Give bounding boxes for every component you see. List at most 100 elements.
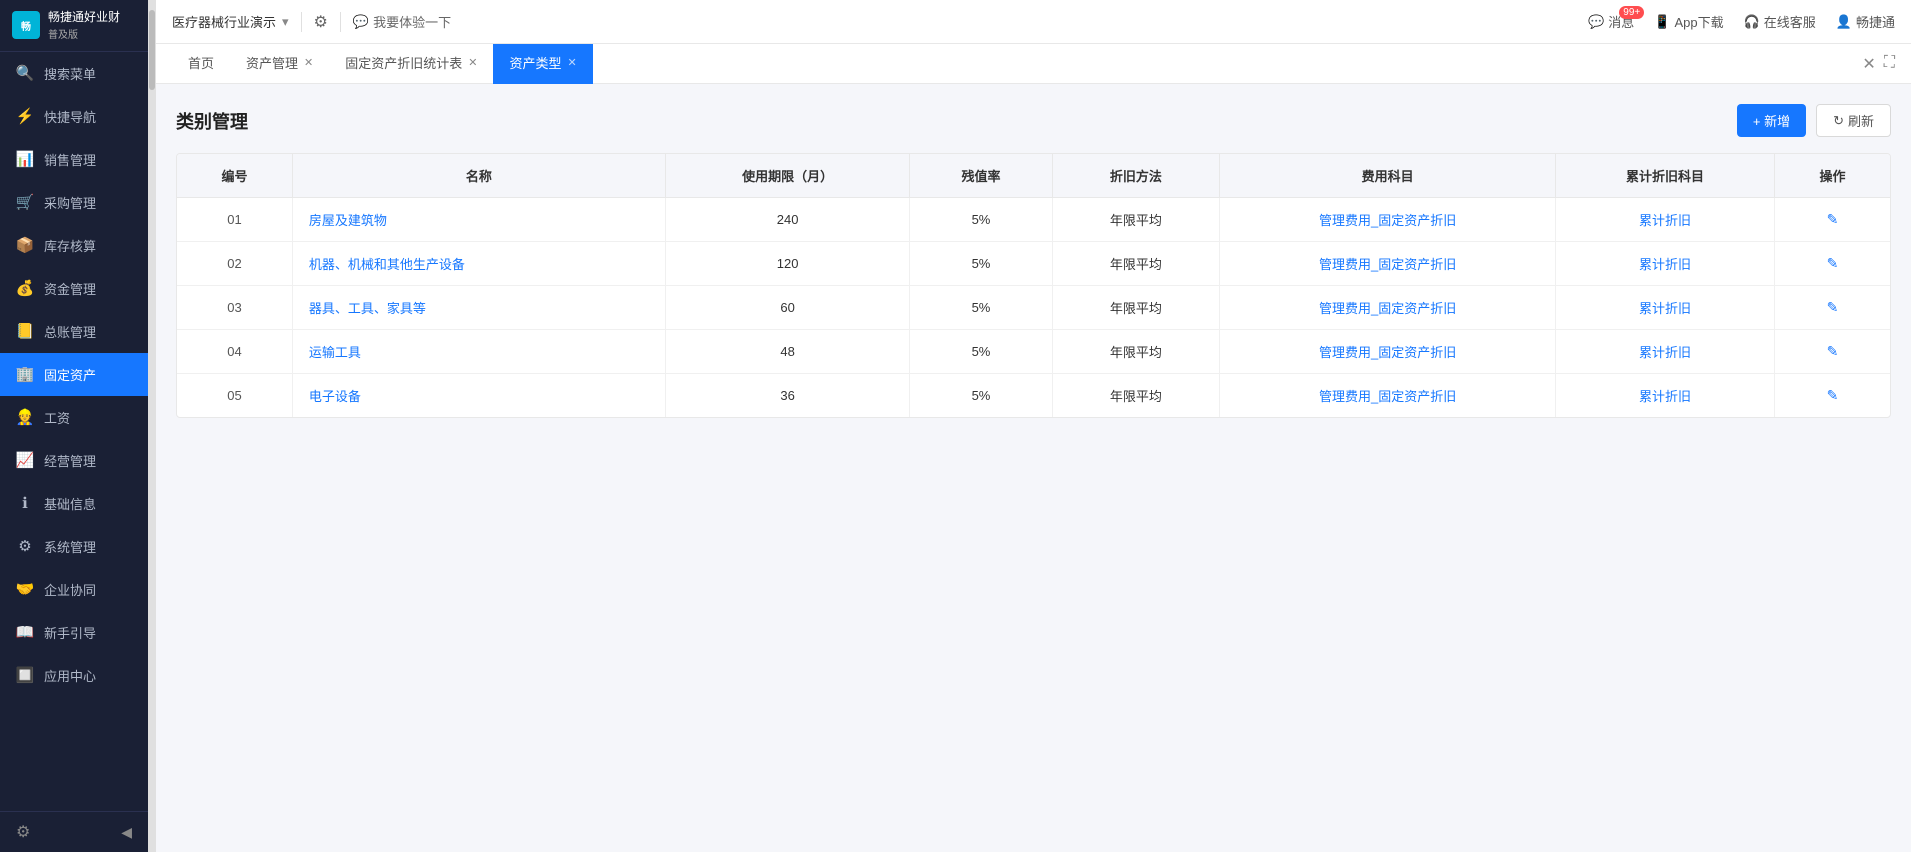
cell-code-0: 01 [177,198,292,242]
sidebar-item-label: 基础信息 [44,494,96,513]
sidebar-item-label: 系统管理 [44,537,96,556]
tab-home[interactable]: 首页 [172,44,230,84]
cell-action-0[interactable]: ✎ [1775,198,1890,242]
edit-icon-2[interactable]: ✎ [1827,299,1839,315]
cell-expense-0[interactable]: 管理费用_固定资产折旧 [1220,198,1556,242]
sidebar-item-purchase[interactable]: 🛒 采购管理 [0,181,148,224]
page-title: 类别管理 [176,108,248,134]
cell-name-0[interactable]: 房屋及建筑物 [292,198,665,242]
cell-action-4[interactable]: ✎ [1775,374,1890,418]
tab-asset-management[interactable]: 资产管理 ✕ [230,44,329,84]
cell-residual-0: 5% [910,198,1052,242]
sidebar-item-basic-info[interactable]: ℹ 基础信息 [0,482,148,525]
cell-method-0: 年限平均 [1052,198,1220,242]
window-maximize-icon[interactable]: ⛶ [1884,54,1895,74]
sidebar-settings-icon[interactable]: ⚙ [16,822,30,842]
tab-depreciation-close[interactable]: ✕ [468,56,477,69]
sidebar-item-ledger[interactable]: 📒 总账管理 [0,310,148,353]
cell-name-3[interactable]: 运输工具 [292,330,665,374]
cell-code-1: 02 [177,242,292,286]
cell-expense-3[interactable]: 管理费用_固定资产折旧 [1220,330,1556,374]
app-center-icon: 🔲 [16,666,34,684]
cell-action-3[interactable]: ✎ [1775,330,1890,374]
cell-code-2: 03 [177,286,292,330]
sidebar-item-label: 总账管理 [44,322,96,341]
app-logo: 畅 [12,11,40,39]
payroll-icon: 👷 [16,408,34,426]
tab-asset-type[interactable]: 资产类型 ✕ [493,44,592,84]
app-download-label: App下载 [1674,12,1723,31]
sidebar-item-finance[interactable]: 💰 资金管理 [0,267,148,310]
sidebar-item-label: 采购管理 [44,193,96,212]
tab-asset-type-close[interactable]: ✕ [568,56,577,69]
dropdown-icon: ▾ [282,14,289,30]
edit-icon-1[interactable]: ✎ [1827,255,1839,271]
sidebar-item-search[interactable]: 🔍 搜索菜单 [0,52,148,95]
cell-name-4[interactable]: 电子设备 [292,374,665,418]
cell-accumulated-1[interactable]: 累计折旧 [1556,242,1775,286]
experience-button[interactable]: 💬 我要体验一下 [353,12,451,31]
window-close-icon[interactable]: ✕ [1862,54,1875,74]
sidebar-item-cooperation[interactable]: 🤝 企业协同 [0,568,148,611]
cell-residual-1: 5% [910,242,1052,286]
topbar: 医疗器械行业演示 ▾ ⚙ 💬 我要体验一下 💬 消息 99+ 📱 App下载 🎧… [156,0,1911,44]
sidebar: 畅 畅捷通好业财 普及版 🔍 搜索菜单 ⚡ 快捷导航 📊 销售管理 🛒 采购管理… [0,0,148,852]
tab-depreciation-table[interactable]: 固定资产折旧统计表 ✕ [329,44,493,84]
sidebar-collapse-icon[interactable]: ◀ [121,824,132,841]
refresh-button[interactable]: ↻ 刷新 [1816,104,1891,137]
guide-icon: 📖 [16,623,34,641]
cell-expense-1[interactable]: 管理费用_固定资产折旧 [1220,242,1556,286]
sidebar-item-sales[interactable]: 📊 销售管理 [0,138,148,181]
messages-icon: 💬 [1588,14,1604,30]
edit-icon-3[interactable]: ✎ [1827,343,1839,359]
sidebar-item-system[interactable]: ⚙ 系统管理 [0,525,148,568]
cell-accumulated-0[interactable]: 累计折旧 [1556,198,1775,242]
messages-button[interactable]: 💬 消息 99+ [1588,12,1634,31]
edit-icon-4[interactable]: ✎ [1827,387,1839,403]
cell-period-0: 240 [665,198,910,242]
cell-name-2[interactable]: 器具、工具、家具等 [292,286,665,330]
table-container: 编号 名称 使用期限（月） 残值率 折旧方法 费用科目 累计折旧科目 操作 01… [176,153,1891,418]
sidebar-item-guide[interactable]: 📖 新手引导 [0,611,148,654]
app-download-button[interactable]: 📱 App下载 [1654,12,1723,31]
refresh-label: 刷新 [1848,111,1874,130]
cell-accumulated-4[interactable]: 累计折旧 [1556,374,1775,418]
sidebar-item-business[interactable]: 📈 经营管理 [0,439,148,482]
sales-icon: 📊 [16,150,34,168]
sidebar-item-inventory[interactable]: 📦 库存核算 [0,224,148,267]
sidebar-scrollbar[interactable] [148,0,156,852]
sidebar-item-fixed-assets[interactable]: 🏢 固定资产 [0,353,148,396]
sidebar-item-payroll[interactable]: 👷 工资 [0,396,148,439]
topbar-settings-icon[interactable]: ⚙ [314,12,328,32]
table-header-row: 编号 名称 使用期限（月） 残值率 折旧方法 费用科目 累计折旧科目 操作 [177,154,1890,198]
sidebar-item-quick-nav[interactable]: ⚡ 快捷导航 [0,95,148,138]
business-icon: 📈 [16,451,34,469]
cell-name-1[interactable]: 机器、机械和其他生产设备 [292,242,665,286]
cell-period-3: 48 [665,330,910,374]
cell-period-1: 120 [665,242,910,286]
company-selector[interactable]: 医疗器械行业演示 ▾ [172,12,289,31]
sidebar-item-app-center[interactable]: 🔲 应用中心 [0,654,148,697]
tab-asset-management-close[interactable]: ✕ [304,56,313,69]
table-row: 01 房屋及建筑物 240 5% 年限平均 管理费用_固定资产折旧 累计折旧 ✎ [177,198,1890,242]
col-header-code: 编号 [177,154,292,198]
cell-action-1[interactable]: ✎ [1775,242,1890,286]
sidebar-item-label: 企业协同 [44,580,96,599]
user-button[interactable]: 👤 畅捷通 [1836,12,1895,31]
customer-service-button[interactable]: 🎧 在线客服 [1744,12,1816,31]
cell-method-2: 年限平均 [1052,286,1220,330]
add-button[interactable]: + 新增 [1737,104,1806,137]
cell-expense-4[interactable]: 管理费用_固定资产折旧 [1220,374,1556,418]
cell-method-4: 年限平均 [1052,374,1220,418]
cell-accumulated-2[interactable]: 累计折旧 [1556,286,1775,330]
sidebar-footer: ⚙ ◀ [0,811,148,852]
edit-icon-0[interactable]: ✎ [1827,211,1839,227]
topbar-divider-2 [340,12,341,32]
table-row: 04 运输工具 48 5% 年限平均 管理费用_固定资产折旧 累计折旧 ✎ [177,330,1890,374]
scrollbar-thumb[interactable] [149,10,155,90]
app-name: 畅捷通好业财 [48,10,120,26]
cell-action-2[interactable]: ✎ [1775,286,1890,330]
cell-expense-2[interactable]: 管理费用_固定资产折旧 [1220,286,1556,330]
cell-accumulated-3[interactable]: 累计折旧 [1556,330,1775,374]
customer-service-icon: 🎧 [1744,14,1760,30]
